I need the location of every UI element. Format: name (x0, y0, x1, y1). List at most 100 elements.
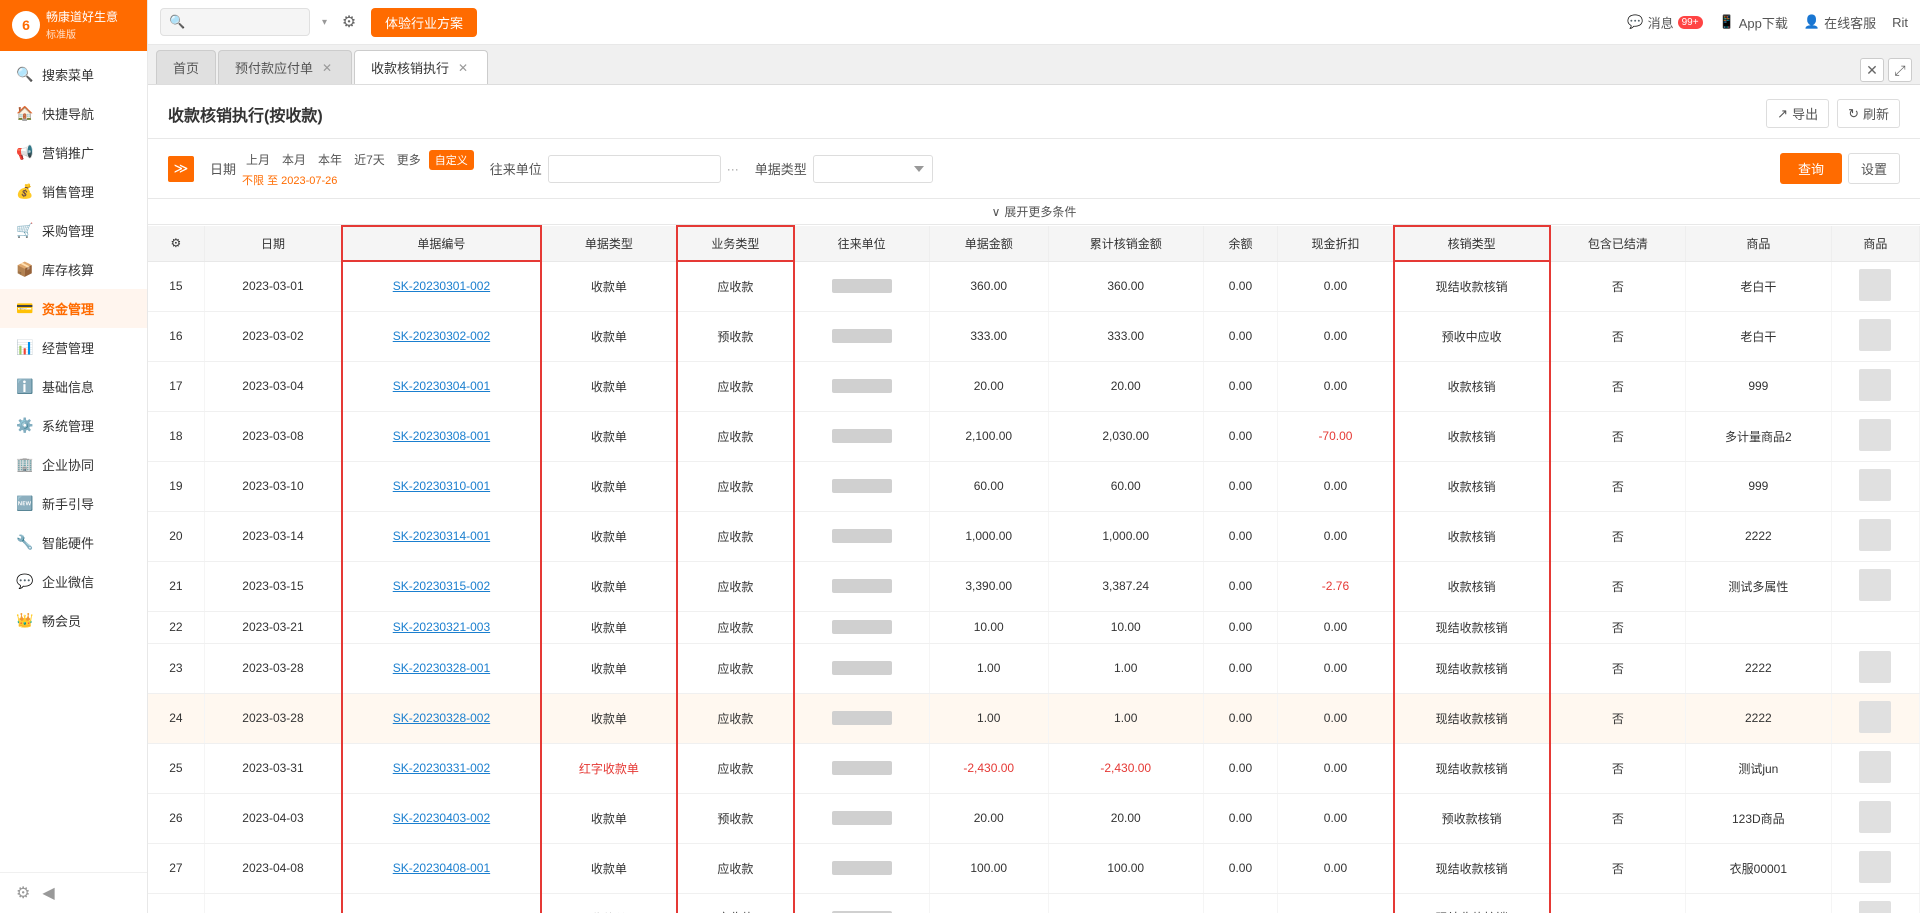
filter-custom-btn[interactable]: 自定义 (429, 150, 474, 170)
col-header-doc-no[interactable]: 单据编号 (342, 226, 541, 261)
filter-date-more[interactable]: 更多 (393, 149, 425, 170)
doc-no-link[interactable]: SK-20230308-001 (393, 429, 490, 443)
settings-icon[interactable]: ⚙ (16, 883, 30, 903)
user-item[interactable]: Rit (1892, 15, 1908, 30)
doc-no-link[interactable]: SK-20230328-001 (393, 661, 490, 675)
filter-date-this-month[interactable]: 本月 (278, 149, 310, 170)
cell-partner (794, 843, 930, 893)
col-header-write-type[interactable]: 核销类型 (1394, 226, 1550, 261)
sidebar-item-label-guide: 新手引导 (42, 494, 94, 513)
col-header-goods[interactable]: 商品 (1685, 226, 1831, 261)
filter-partner-input[interactable] (548, 155, 721, 183)
cell-biz-type: 应收款 (677, 893, 793, 913)
col-header-balance[interactable]: 余额 (1203, 226, 1278, 261)
col-header-date[interactable]: 日期 (204, 226, 342, 261)
doc-no-link[interactable]: SK-20230310-001 (393, 479, 490, 493)
search-container[interactable]: 🔍 (160, 8, 310, 36)
doc-no-link[interactable]: SK-20230321-003 (393, 620, 490, 634)
doc-no-link[interactable]: SK-20230328-002 (393, 711, 490, 725)
cell-date: 2023-03-28 (204, 643, 342, 693)
collapse-icon[interactable]: ◀ (42, 883, 54, 903)
cell-doc-no: SK-20230328-001 (342, 643, 541, 693)
sidebar-item-label-member: 畅会员 (42, 611, 81, 630)
filter-more-dots[interactable]: ··· (727, 162, 739, 176)
cell-doc-type: 收款单 (541, 361, 677, 411)
sidebar-item-corp[interactable]: 🏢企业协同 (0, 445, 147, 484)
doc-no-link[interactable]: SK-20230403-002 (393, 811, 490, 825)
sidebar-item-operations[interactable]: 📊经营管理 (0, 328, 147, 367)
sidebar-item-label-weixin: 企业微信 (42, 572, 94, 591)
col-header-include-settled[interactable]: 包含已结清 (1550, 226, 1686, 261)
col-header-partner[interactable]: 往来单位 (794, 226, 930, 261)
doc-no-link[interactable]: SK-20230304-001 (393, 379, 490, 393)
cell-biz-type: 应收款 (677, 561, 793, 611)
cell-amount: 20.00 (929, 793, 1048, 843)
operations-icon: 📊 (16, 338, 34, 356)
sidebar-item-system[interactable]: ⚙️系统管理 (0, 406, 147, 445)
export-btn[interactable]: ↗ 导出 (1766, 99, 1829, 128)
finance-icon: 💳 (16, 299, 34, 317)
filter-date-this-year[interactable]: 本年 (314, 149, 346, 170)
sidebar-item-purchase[interactable]: 🛒采购管理 (0, 211, 147, 250)
tab-home[interactable]: 首页 (156, 50, 216, 84)
service-item[interactable]: 👤 在线客服 (1804, 13, 1876, 32)
expand-more-btn[interactable]: ∨ 展开更多条件 (992, 203, 1077, 220)
filter-query-btn[interactable]: 查询 (1780, 153, 1842, 184)
doc-no-link[interactable]: SK-20230408-001 (393, 861, 490, 875)
sidebar-bottom: ⚙ ◀ (0, 872, 147, 913)
cell-include-settled: 否 (1550, 361, 1686, 411)
col-header-discount[interactable]: 现金折扣 (1278, 226, 1394, 261)
sidebar-item-guide[interactable]: 🆕新手引导 (0, 484, 147, 523)
basic-icon: ℹ️ (16, 377, 34, 395)
doc-no-link[interactable]: SK-20230302-002 (393, 329, 490, 343)
search-input[interactable] (185, 15, 275, 29)
filter-date-7days[interactable]: 近7天 (350, 149, 389, 170)
col-header-biz-type[interactable]: 业务类型 (677, 226, 793, 261)
doc-no-link[interactable]: SK-20230315-002 (393, 579, 490, 593)
cell-balance: 0.00 (1203, 793, 1278, 843)
sidebar-item-marketing[interactable]: 📢营销推广 (0, 133, 147, 172)
refresh-btn[interactable]: ↻ 刷新 (1837, 99, 1900, 128)
topbar-chevron-icon[interactable]: ▾ (322, 17, 327, 28)
sidebar-item-finance[interactable]: 💳资金管理 (0, 289, 147, 328)
cell-doc-no: SK-20230403-002 (342, 793, 541, 843)
sidebar-item-search[interactable]: 🔍搜索菜单 (0, 55, 147, 94)
app-download-item[interactable]: 📱 App下载 (1719, 13, 1788, 32)
tab-close-btn[interactable]: ✕ (1860, 58, 1884, 82)
tab-prepay[interactable]: 预付款应付单 ✕ (218, 50, 352, 84)
tab-receive[interactable]: 收款核销执行 ✕ (354, 50, 488, 84)
col-header-doc-type[interactable]: 单据类型 (541, 226, 677, 261)
tab-maximize-btn[interactable]: ⤢ (1888, 58, 1912, 82)
sidebar-item-hardware[interactable]: 🔧智能硬件 (0, 523, 147, 562)
col-header-amount[interactable]: 单据金额 (929, 226, 1048, 261)
doc-no-link[interactable]: SK-20230301-002 (393, 279, 490, 293)
filter-expand-btn[interactable]: ≫ (168, 156, 194, 182)
hardware-icon: 🔧 (16, 533, 34, 551)
sidebar-item-inventory[interactable]: 📦库存核算 (0, 250, 147, 289)
sidebar-item-nav[interactable]: 🏠快捷导航 (0, 94, 147, 133)
cell-balance: 0.00 (1203, 311, 1278, 361)
industry-btn[interactable]: 体验行业方案 (371, 8, 477, 37)
sidebar-item-basic[interactable]: ℹ️基础信息 (0, 367, 147, 406)
col-header-goods-img[interactable]: 商品 (1831, 226, 1919, 261)
filter-date-last-month[interactable]: 上月 (242, 149, 274, 170)
message-item[interactable]: 💬 消息 99+ (1627, 13, 1702, 32)
filter-setting-btn[interactable]: 设置 (1848, 153, 1900, 184)
filter-partner-group: 往来单位 ··· (490, 155, 739, 183)
doc-no-link[interactable]: SK-20230314-001 (393, 529, 490, 543)
sidebar-item-sales[interactable]: 💰销售管理 (0, 172, 147, 211)
filter-partner-label: 往来单位 (490, 159, 542, 178)
cell-total-write: 3,387.24 (1048, 561, 1203, 611)
sidebar-item-member[interactable]: 👑畅会员 (0, 601, 147, 640)
doc-no-link[interactable]: SK-20230331-002 (393, 761, 490, 775)
sidebar-logo[interactable]: 6 畅康道好生意 标准版 (0, 0, 147, 51)
tab-receive-close[interactable]: ✕ (455, 60, 471, 76)
filter-vouchertype-select[interactable] (813, 155, 933, 183)
tab-prepay-close[interactable]: ✕ (319, 60, 335, 76)
table-row: 26 2023-04-03 SK-20230403-002 收款单 预收款 20… (148, 793, 1920, 843)
col-header-gear[interactable]: ⚙ (148, 226, 204, 261)
sidebar-item-weixin[interactable]: 💬企业微信 (0, 562, 147, 601)
cell-goods: 测试jun (1685, 743, 1831, 793)
topbar-gear-icon[interactable]: ⚙ (335, 8, 363, 36)
col-header-total-write[interactable]: 累计核销金额 (1048, 226, 1203, 261)
